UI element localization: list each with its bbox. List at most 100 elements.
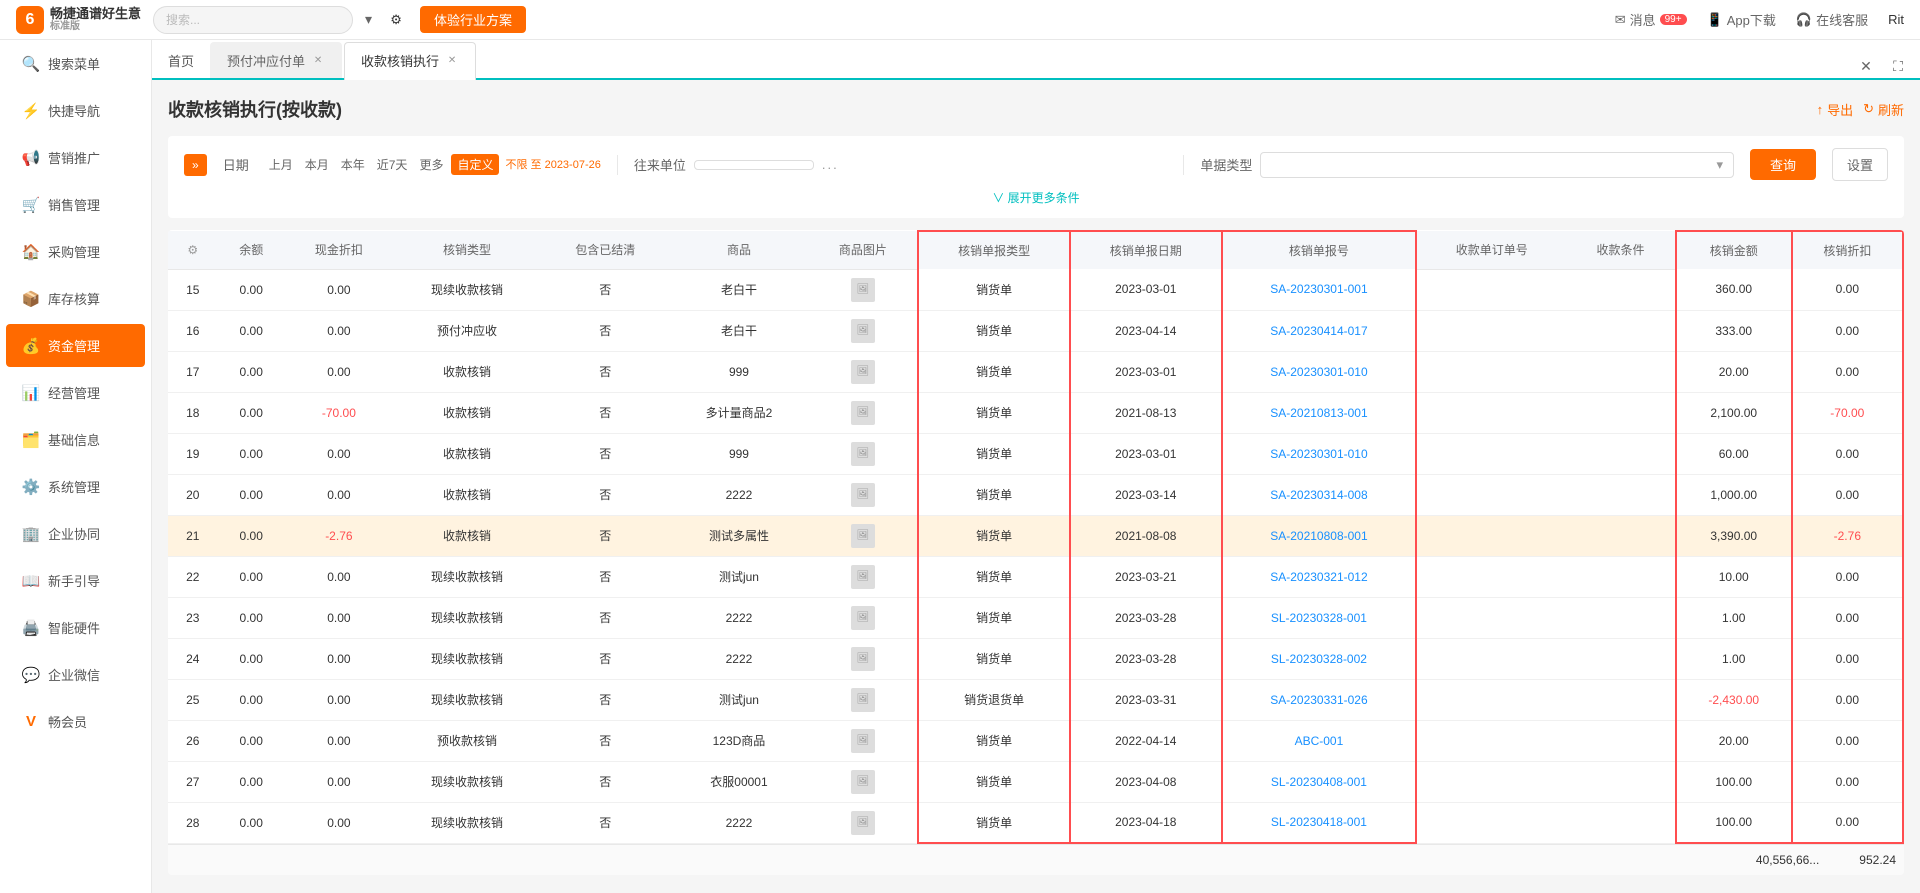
logo-text: 畅捷通谱好生意 标准版 <box>50 6 141 34</box>
sidebar-item-marketing[interactable]: 📢 营销推广 <box>6 136 145 179</box>
td-receipt-order-no <box>1416 761 1566 802</box>
sidebar-item-sales[interactable]: 🛒 销售管理 <box>6 183 145 226</box>
voucher-type-select[interactable]: ▾ <box>1260 152 1734 178</box>
td-goods-image: 🖼 <box>809 474 919 515</box>
td-writeoff-discount: -70.00 <box>1792 392 1903 433</box>
user-name[interactable]: Rit <box>1888 12 1904 27</box>
td-goods-image: 🖼 <box>809 556 919 597</box>
sidebar-item-operations[interactable]: 📊 经营管理 <box>6 371 145 414</box>
phone-icon: 📱 <box>1707 12 1723 28</box>
bill-no-link[interactable]: SA-20230301-010 <box>1270 447 1367 461</box>
refresh-button[interactable]: ↻ 刷新 <box>1863 100 1904 119</box>
date-btn-last-month[interactable]: 上月 <box>265 154 297 175</box>
tab-prepay-close[interactable]: ✕ <box>311 54 325 68</box>
bill-no-link[interactable]: SA-20230331-026 <box>1270 693 1367 707</box>
counterpart-label: 往来单位 <box>634 155 686 174</box>
td-cash-discount: 0.00 <box>285 679 393 720</box>
expand-more-conditions[interactable]: ∨ 展开更多条件 <box>184 189 1888 206</box>
tab-home[interactable]: 首页 <box>152 43 210 78</box>
table-row: 21 0.00 -2.76 收款核销 否 测试多属性 🖼 销货单 2021-08… <box>168 515 1903 556</box>
bill-no-link[interactable]: SA-20230301-010 <box>1270 365 1367 379</box>
td-bill-report-type: 销货单 <box>918 474 1070 515</box>
td-num: 15 <box>168 269 217 310</box>
date-btn-more[interactable]: 更多 <box>415 154 447 175</box>
sidebar-item-wechat[interactable]: 💬 企业微信 <box>6 653 145 696</box>
query-button[interactable]: 查询 <box>1750 149 1816 180</box>
guide-icon: 📖 <box>22 572 40 590</box>
bill-no-link[interactable]: SL-20230418-001 <box>1271 815 1367 829</box>
bill-no-link[interactable]: SL-20230328-001 <box>1271 611 1367 625</box>
counterpart-input[interactable] <box>694 160 814 170</box>
tab-collection[interactable]: 收款核销执行 ✕ <box>344 42 476 80</box>
sidebar-item-inventory[interactable]: 📦 库存核算 <box>6 277 145 320</box>
bill-no-link[interactable]: ABC-001 <box>1295 734 1344 748</box>
filter-dots: ... <box>822 157 839 172</box>
content-area: 首页 预付冲应付单 ✕ 收款核销执行 ✕ ✕ ⛶ 收款核销执行(按收款) ↑ <box>152 40 1920 893</box>
settings-button[interactable]: 设置 <box>1832 148 1888 181</box>
td-num: 27 <box>168 761 217 802</box>
tab-close-action[interactable]: ✕ <box>1854 54 1878 78</box>
sidebar-item-system[interactable]: ⚙️ 系统管理 <box>6 465 145 508</box>
td-included-settled: 否 <box>541 310 669 351</box>
td-bill-no: SL-20230328-002 <box>1222 638 1417 679</box>
td-type: 现续收款核销 <box>393 802 541 843</box>
notification-item[interactable]: ✉ 消息 99+ <box>1615 10 1687 29</box>
bill-no-link[interactable]: SA-20230321-012 <box>1270 570 1367 584</box>
bill-no-link[interactable]: SA-20230414-017 <box>1270 324 1367 338</box>
td-num: 22 <box>168 556 217 597</box>
tab-expand-action[interactable]: ⛶ <box>1886 54 1910 78</box>
solution-button[interactable]: 体验行业方案 <box>420 6 526 33</box>
td-receipt-order-no <box>1416 720 1566 761</box>
export-label: 导出 <box>1827 100 1853 119</box>
bill-no-link[interactable]: SA-20210808-001 <box>1270 529 1367 543</box>
bill-no-link[interactable]: SL-20230408-001 <box>1271 775 1367 789</box>
td-type: 现续收款核销 <box>393 761 541 802</box>
td-bill-report-type: 销货单 <box>918 269 1070 310</box>
tab-collection-close[interactable]: ✕ <box>445 54 459 68</box>
td-bill-report-type: 销货退货单 <box>918 679 1070 720</box>
sidebar-item-vip[interactable]: V 畅会员 <box>6 700 145 743</box>
bill-no-link[interactable]: SA-20230314-008 <box>1270 488 1367 502</box>
bill-no-link[interactable]: SL-20230328-002 <box>1271 652 1367 666</box>
td-receipt-order-no <box>1416 679 1566 720</box>
sidebar-item-search[interactable]: 🔍 搜索菜单 <box>6 42 145 85</box>
tab-prepay[interactable]: 预付冲应付单 ✕ <box>210 42 342 78</box>
filter-expand-button[interactable]: » <box>184 154 207 176</box>
date-btn-this-year[interactable]: 本年 <box>337 154 369 175</box>
sidebar-item-finance[interactable]: 💰 资金管理 <box>6 324 145 367</box>
table-row: 25 0.00 0.00 现续收款核销 否 测试jun 🖼 销货退货单 2023… <box>168 679 1903 720</box>
date-btn-custom[interactable]: 自定义 <box>451 154 499 175</box>
bill-no-link[interactable]: SA-20230301-001 <box>1270 282 1367 296</box>
column-settings-icon[interactable]: ⚙ <box>187 243 198 257</box>
bill-no-link[interactable]: SA-20210813-001 <box>1270 406 1367 420</box>
date-btn-7days[interactable]: 近7天 <box>373 154 412 175</box>
sidebar-item-purchase[interactable]: 🏠 采购管理 <box>6 230 145 273</box>
online-service-item[interactable]: 🎧 在线客服 <box>1796 10 1868 29</box>
sidebar-item-enterprise[interactable]: 🏢 企业协同 <box>6 512 145 555</box>
td-writeoff-amount: 100.00 <box>1676 761 1792 802</box>
online-service-label: 在线客服 <box>1816 10 1868 29</box>
td-num: 20 <box>168 474 217 515</box>
td-bill-report-date: 2023-03-01 <box>1070 269 1222 310</box>
th-settings: ⚙ <box>168 231 217 269</box>
date-btn-this-month[interactable]: 本月 <box>301 154 333 175</box>
th-balance: 余额 <box>217 231 284 269</box>
chevron-down-icon: ▾ <box>1716 157 1723 173</box>
tab-bar: 首页 预付冲应付单 ✕ 收款核销执行 ✕ ✕ ⛶ <box>152 40 1920 80</box>
sidebar-label-baseinfo: 基础信息 <box>48 430 100 449</box>
td-writeoff-discount: 0.00 <box>1792 351 1903 392</box>
sidebar-item-quicknav[interactable]: ⚡ 快捷导航 <box>6 89 145 132</box>
app-download-item[interactable]: 📱 App下载 <box>1707 10 1776 29</box>
dropdown-button[interactable]: ▾ <box>365 11 372 28</box>
export-button[interactable]: ↑ 导出 <box>1817 100 1854 119</box>
td-writeoff-discount: 0.00 <box>1792 433 1903 474</box>
sidebar-item-baseinfo[interactable]: 🗂️ 基础信息 <box>6 418 145 461</box>
settings-icon[interactable]: ⚙ <box>384 8 408 32</box>
table-scroll-wrapper[interactable]: ⚙ 余额 现金折扣 核销类型 包含已结清 商品 商品图片 核销单报类型 核销单报… <box>168 230 1904 844</box>
table-header-row: ⚙ 余额 现金折扣 核销类型 包含已结清 商品 商品图片 核销单报类型 核销单报… <box>168 231 1903 269</box>
td-bill-no: SL-20230408-001 <box>1222 761 1417 802</box>
sidebar-item-hardware[interactable]: 🖨️ 智能硬件 <box>6 606 145 649</box>
notification-label: 消息 <box>1630 10 1656 29</box>
headset-icon: 🎧 <box>1796 12 1812 28</box>
sidebar-item-guide[interactable]: 📖 新手引导 <box>6 559 145 602</box>
